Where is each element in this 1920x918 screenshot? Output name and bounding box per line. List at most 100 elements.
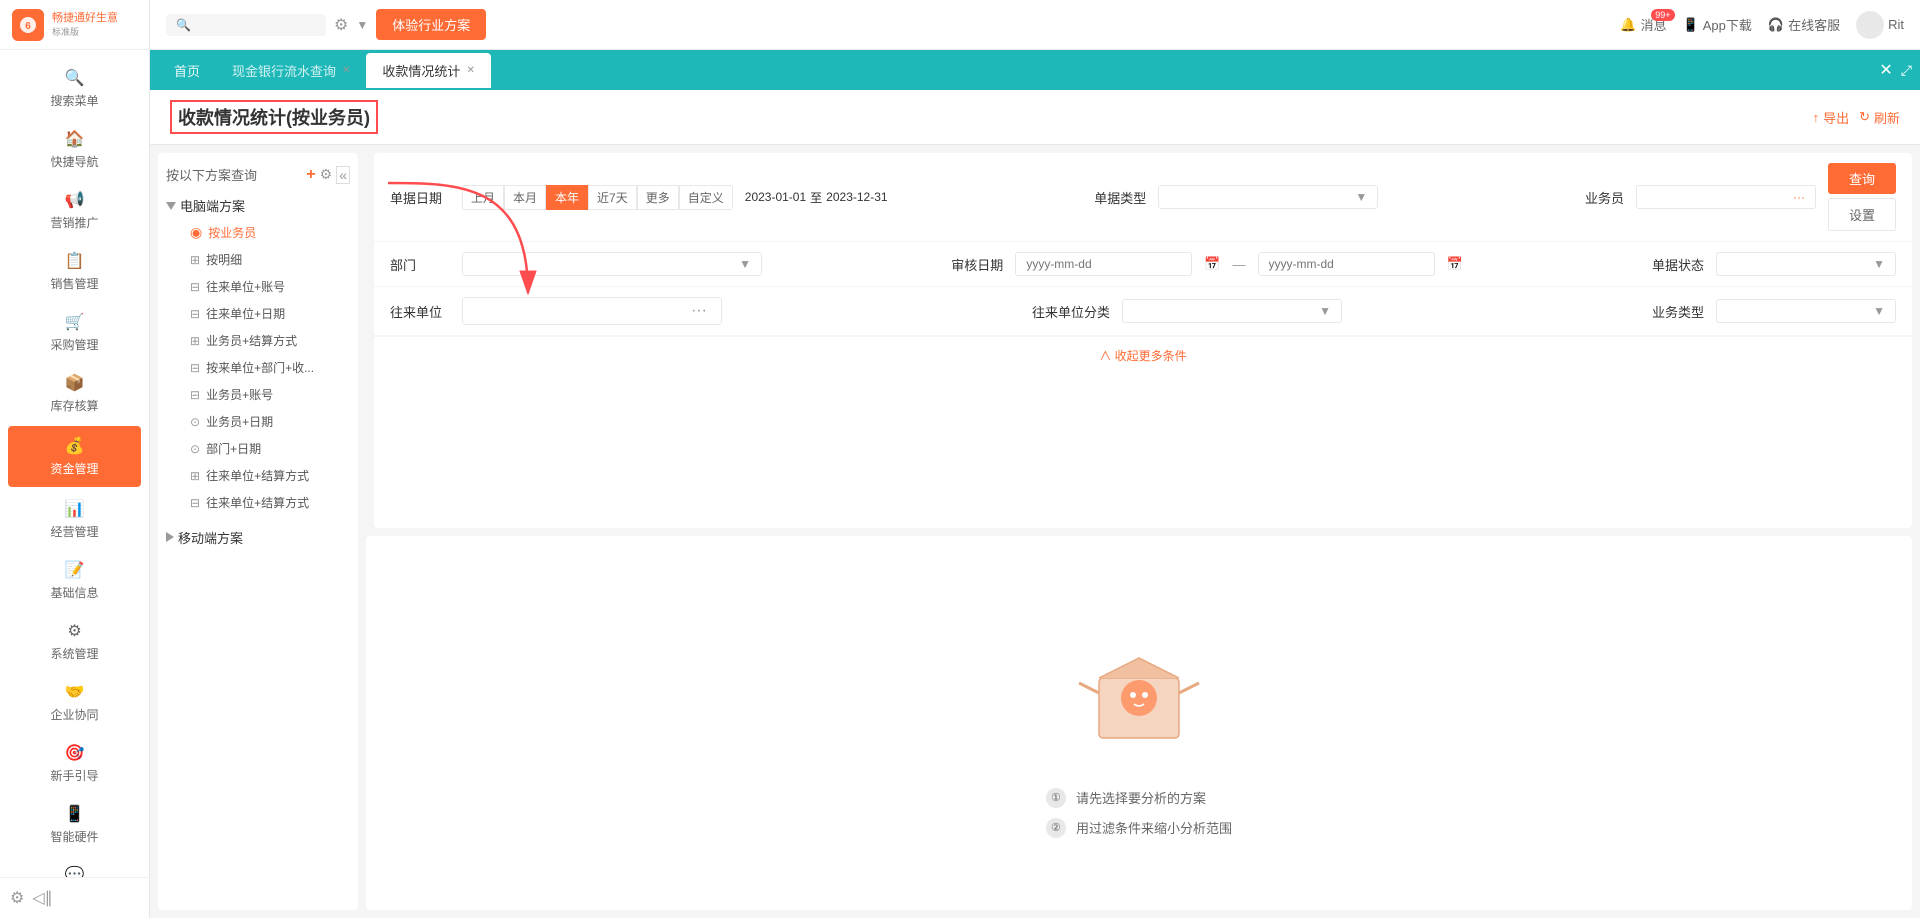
home-icon: 🏠	[65, 129, 85, 149]
search-nav-icon: 🔍	[65, 68, 85, 88]
tab-close-window-icon[interactable]: ✕	[1879, 60, 1892, 80]
scheme-item-partner-settlement1[interactable]: ⊞ 往来单位+结算方式	[166, 462, 350, 489]
tab-bank-flow-close-icon[interactable]: ✕	[342, 65, 350, 76]
sidebar-item-wechat[interactable]: 💬 企业微信	[0, 855, 149, 877]
export-button[interactable]: ↑ 导出	[1813, 108, 1850, 127]
tab-maximize-icon[interactable]: ⤢	[1901, 62, 1912, 79]
partner-category-select[interactable]: ▼	[1122, 299, 1342, 323]
logo-badge: 标准版	[52, 25, 118, 38]
date-quick-btns: 上月 本月 本年 近7天 更多 自定义	[462, 185, 733, 210]
settings-icon[interactable]: ⚙	[334, 15, 348, 35]
sidebar-item-smart-hw[interactable]: 📱 智能硬件	[0, 794, 149, 855]
sidebar-label-quick-nav: 快捷导航	[50, 153, 98, 170]
tab-bank-flow[interactable]: 现金银行流水查询 ✕	[216, 53, 366, 88]
scheme-settings-icon[interactable]: ⚙	[320, 166, 333, 184]
scheme-item-partner-date[interactable]: ⊟ 往来单位+日期	[166, 300, 350, 327]
online-service-button[interactable]: 🎧 在线客服	[1768, 15, 1840, 34]
sidebar-item-guide[interactable]: 🎯 新手引导	[0, 733, 149, 794]
empty-steps: ① 请先选择要分析的方案 ② 用过滤条件来缩小分析范围	[1046, 788, 1232, 838]
date-btn-this-month[interactable]: 本月	[504, 185, 546, 210]
refresh-button[interactable]: ↻ 刷新	[1859, 108, 1900, 127]
scheme-item-salesperson-settlement[interactable]: ⊞ 业务员+结算方式	[166, 327, 350, 354]
partner-select[interactable]: ···	[462, 297, 722, 325]
sidebar-item-finance[interactable]: 💰 资金管理	[8, 426, 141, 487]
sidebar-item-enterprise[interactable]: 🤝 企业协同	[0, 672, 149, 733]
sidebar-item-quick-nav[interactable]: 🏠 快捷导航	[0, 119, 149, 180]
trial-button[interactable]: 体验行业方案	[376, 9, 486, 40]
svg-text:6: 6	[25, 21, 31, 32]
scheme-item-partner-account[interactable]: ⊟ 往来单位+账号	[166, 273, 350, 300]
scheme-item-salesperson-date[interactable]: ⊙ 业务员+日期	[166, 408, 350, 435]
doc-status-select[interactable]: ▼	[1716, 252, 1896, 276]
add-scheme-button[interactable]: +	[306, 166, 315, 184]
sidebar-label-sales: 销售管理	[50, 275, 98, 292]
doc-type-select[interactable]: ▼	[1158, 185, 1378, 209]
partner-settlement2-icon: ⊟	[190, 496, 200, 510]
sidebar-item-inventory[interactable]: 📦 库存核算	[0, 363, 149, 424]
review-date-end[interactable]	[1258, 252, 1435, 276]
sidebar: 6 畅捷通好生意 标准版 🔍 搜索菜单 🏠 快捷导航 📢 营销推广 📋	[0, 0, 150, 918]
scheme-item-partner-settlement2[interactable]: ⊟ 往来单位+结算方式	[166, 489, 350, 516]
scheme-item-dept-date[interactable]: ⊙ 部门+日期	[166, 435, 350, 462]
page-title-bar: 收款情况统计(按业务员) ↑ 导出 ↻ 刷新	[150, 90, 1920, 145]
collapse-filters-button[interactable]: ∧ 收起更多条件	[374, 336, 1912, 374]
scheme-item-by-salesperson[interactable]: ◉ 按业务员	[166, 219, 350, 246]
scheme-group-desktop: 电脑端方案 ◉ 按业务员 ⊞ 按明细 ⊟ 往来单位+账号	[166, 192, 350, 516]
date-btn-more[interactable]: 更多	[637, 185, 679, 210]
scheme-group-desktop-title[interactable]: 电脑端方案	[166, 192, 350, 219]
tab-bar: 首页 现金银行流水查询 ✕ 收款情况统计 ✕ ✕ ⤢	[150, 50, 1920, 90]
date-btn-last-month[interactable]: 上月	[462, 185, 504, 210]
sidebar-item-purchase[interactable]: 🛒 采购管理	[0, 302, 149, 363]
tab-receipts-close-icon[interactable]: ✕	[466, 65, 474, 76]
calendar-icon-1[interactable]: 📅	[1204, 256, 1220, 272]
scheme-item-label-partner-date: 往来单位+日期	[206, 305, 285, 322]
date-btn-custom[interactable]: 自定义	[679, 185, 733, 210]
tab-home[interactable]: 首页	[158, 53, 216, 88]
review-date-start[interactable]	[1015, 252, 1192, 276]
sidebar-item-basic-info[interactable]: 📝 基础信息	[0, 550, 149, 611]
header-search[interactable]: 🔍	[166, 14, 326, 36]
scheme-item-by-detail[interactable]: ⊞ 按明细	[166, 246, 350, 273]
salesperson-settlement-icon: ⊞	[190, 334, 200, 348]
scheme-item-label-partner-account: 往来单位+账号	[206, 278, 285, 295]
collapse-sidebar-icon[interactable]: ◁∥	[32, 888, 52, 908]
dept-filter-row: 部门 ▼ 审核日期 📅 — 📅 单据状态	[374, 242, 1912, 287]
header-right: 🔔 消息 99+ 📱 App下载 🎧 在线客服 Rit	[1620, 11, 1904, 39]
sidebar-item-sales[interactable]: 📋 销售管理	[0, 241, 149, 302]
sidebar-item-marketing[interactable]: 📢 营销推广	[0, 180, 149, 241]
partner-category-label: 往来单位分类	[1032, 302, 1110, 321]
app-download-button[interactable]: 📱 App下载	[1683, 15, 1752, 34]
scheme-item-partner-dept[interactable]: ⊟ 按来单位+部门+收...	[166, 354, 350, 381]
scheme-item-label-salesperson-settlement: 业务员+结算方式	[206, 332, 297, 349]
scheme-group-mobile-title[interactable]: 移动端方案	[166, 524, 350, 551]
salesperson-select[interactable]: ···	[1636, 185, 1816, 209]
tab-receipts[interactable]: 收款情况统计 ✕	[366, 53, 490, 88]
settings-footer-icon[interactable]: ⚙	[10, 888, 24, 908]
messages-badge: 99+	[1651, 9, 1674, 21]
sidebar-label-enterprise: 企业协同	[50, 706, 98, 723]
scheme-collapse-icon[interactable]: «	[336, 166, 350, 184]
sidebar-label-marketing: 营销推广	[50, 214, 98, 231]
biz-type-select[interactable]: ▼	[1716, 299, 1896, 323]
export-icon: ↑	[1813, 110, 1820, 125]
partner-more-icon[interactable]: ···	[691, 302, 707, 320]
messages-button[interactable]: 🔔 消息 99+	[1620, 15, 1666, 34]
scheme-panel-header: 按以下方案查询 + ⚙ «	[166, 161, 350, 192]
user-avatar[interactable]: Rit	[1856, 11, 1904, 39]
date-label: 单据日期	[390, 188, 450, 207]
query-button[interactable]: 查询	[1828, 163, 1896, 194]
calendar-icon-2[interactable]: 📅	[1447, 256, 1463, 272]
date-btn-this-year[interactable]: 本年	[546, 185, 588, 210]
active-scheme-icon: ◉	[190, 224, 202, 241]
sidebar-nav: 🔍 搜索菜单 🏠 快捷导航 📢 营销推广 📋 销售管理 🛒 采购管理 📦	[0, 50, 149, 877]
scheme-item-label-partner-dept: 按来单位+部门+收...	[206, 359, 314, 376]
settings-button[interactable]: 设置	[1828, 198, 1896, 231]
salesperson-date-icon: ⊙	[190, 415, 200, 429]
sidebar-item-operations[interactable]: 📊 经营管理	[0, 489, 149, 550]
scheme-item-salesperson-account[interactable]: ⊟ 业务员+账号	[166, 381, 350, 408]
dept-select[interactable]: ▼	[462, 252, 762, 276]
sidebar-item-search[interactable]: 🔍 搜索菜单	[0, 58, 149, 119]
date-btn-last7[interactable]: 近7天	[588, 185, 637, 210]
partner-settlement1-icon: ⊞	[190, 469, 200, 483]
sidebar-item-system[interactable]: ⚙ 系统管理	[0, 611, 149, 672]
